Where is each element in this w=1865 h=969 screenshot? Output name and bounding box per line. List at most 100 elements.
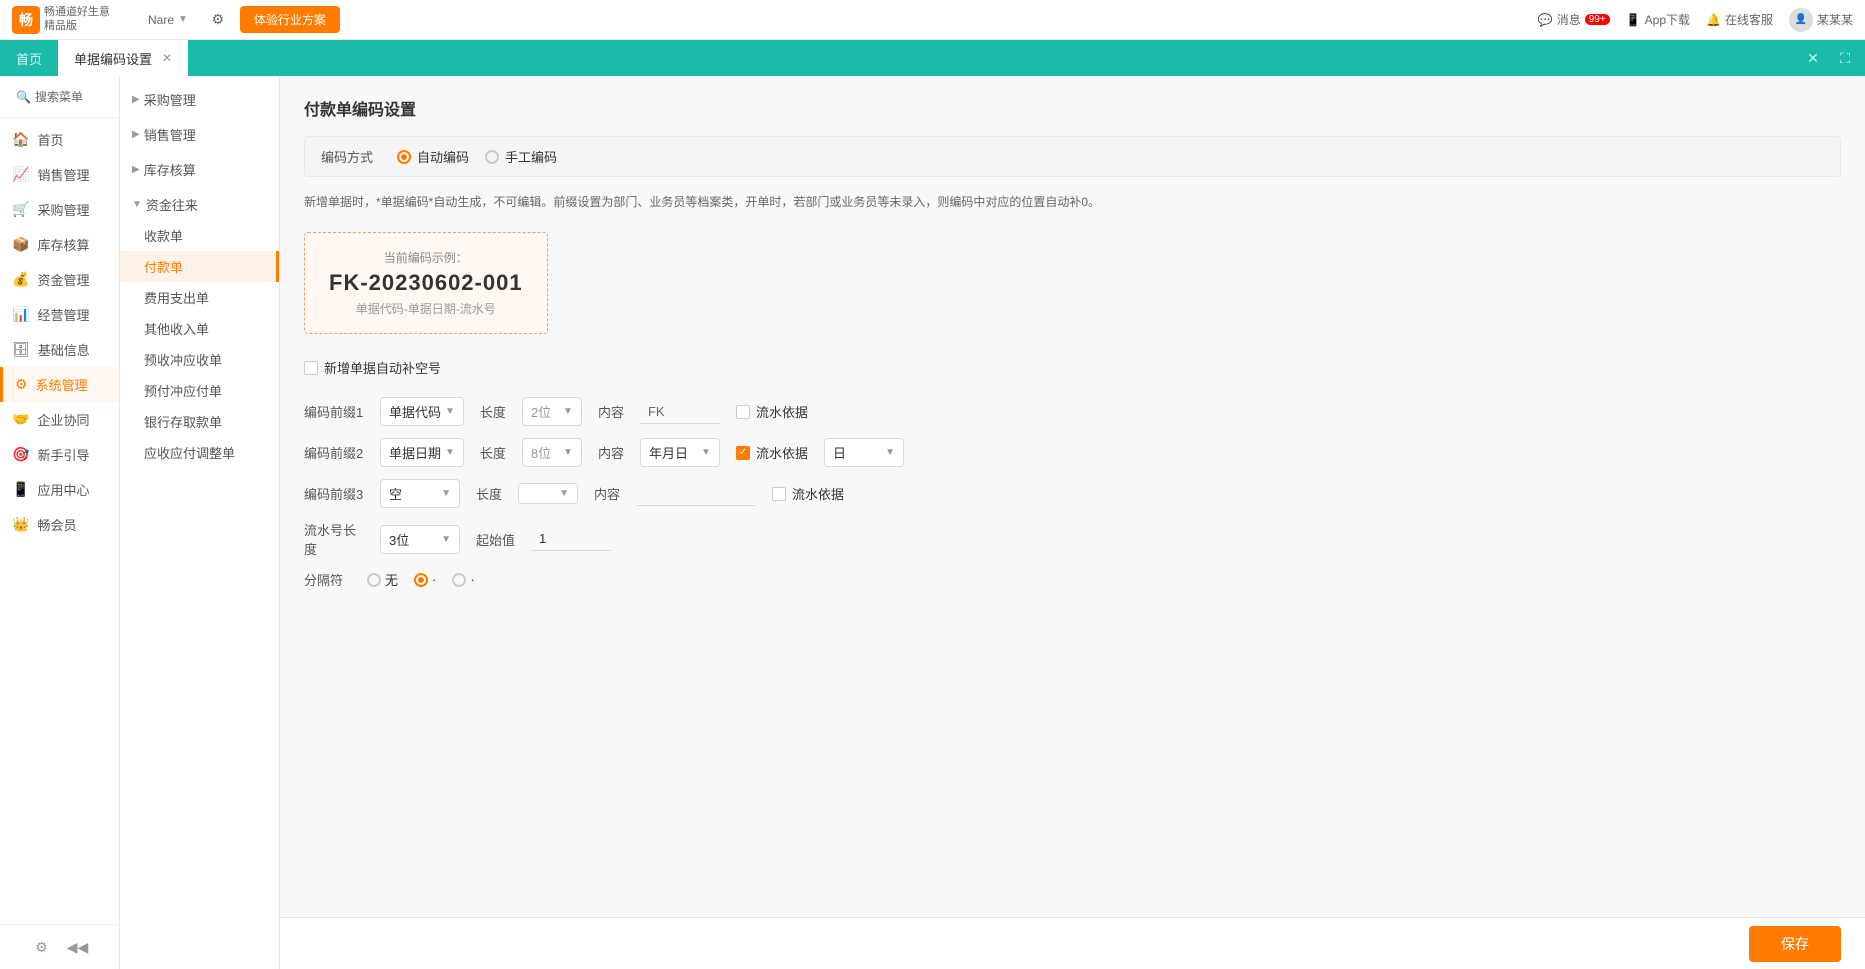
prefix2-value-select[interactable]: 单据日期 ▼ [380,438,464,467]
prefix3-content-input[interactable] [636,482,756,506]
sidebar-item-system[interactable]: ⚙ 系统管理 [0,367,119,402]
sidebar-item-operations[interactable]: 📊 经营管理 [0,297,119,332]
encoding-method-radio-group: 自动编码 手工编码 [397,147,557,166]
sub-group-purchase-header[interactable]: ▶ 采购管理 [120,84,279,115]
sidebar-search-button[interactable]: 🔍 搜索菜单 [8,84,111,109]
new-doc-auto-fill-checkbox[interactable]: 新增单据自动补空号 [304,358,1841,377]
footer-bar: 保存 [280,917,1865,969]
tab-minimize-button[interactable]: ✕ [1801,46,1825,70]
sub-group-finance-header[interactable]: ▼ 资金往来 [120,189,279,220]
app-download-button[interactable]: 📱 App下载 [1626,11,1690,28]
sidebar-item-base[interactable]: 🗄 基础信息 [0,332,119,367]
save-button[interactable]: 保存 [1749,926,1841,962]
service-icon: 🔔 [1706,13,1721,27]
tab-encoding-settings[interactable]: 单据编码设置 ✕ [58,40,188,76]
online-service-button[interactable]: 🔔 在线客服 [1706,11,1773,28]
top-header: 畅 畅通道好生意 精品版 Nare ▼ ⚙ 体验行业方案 💬 消息 99+ 📱 … [0,0,1865,40]
trial-button[interactable]: 体验行业方案 [240,6,340,33]
sidebar-item-sales[interactable]: 📈 销售管理 [0,157,119,192]
header-settings-button[interactable]: ⚙ [204,6,232,34]
sub-group-inventory: ▶ 库存核算 [120,154,279,185]
manual-encoding-radio[interactable]: 手工编码 [485,147,557,166]
search-icon: 🔍 [16,90,31,104]
logo-icon: 畅 [12,6,40,34]
prefix2-checkbox-box: ✓ [736,446,750,460]
sidebar-item-home[interactable]: 🏠 首页 [0,122,119,157]
messages-button[interactable]: 💬 消息 99+ [1538,11,1610,28]
newguide-icon: 🎯 [12,446,29,463]
sidebar-settings-button[interactable]: ⚙ [28,933,56,961]
tab-close-icon[interactable]: ✕ [162,51,172,65]
header-nav-right: 💬 消息 99+ 📱 App下载 🔔 在线客服 👤 某某某 [1538,8,1853,32]
separator-dash-label: · [470,572,474,587]
prefix1-row: 编码前缀1 单据代码 ▼ 长度 2位 ▼ 内容 流水依据 [304,397,1841,426]
preview-desc: 单据代码-单据日期-流水号 [329,300,523,317]
sub-item-bank[interactable]: 银行存取款单 [120,406,279,437]
prefix1-value-select[interactable]: 单据代码 ▼ [380,397,464,426]
prefix1-label: 编码前缀1 [304,402,364,421]
user-menu-button[interactable]: 👤 某某某 [1789,8,1853,32]
prefix3-checkbox-box [772,487,786,501]
prefix2-content-select[interactable]: 年月日 ▼ [640,438,720,467]
system-icon: ⚙ [15,376,28,393]
sidebar-collapse-button[interactable]: ◀◀ [64,933,92,961]
sub-group-sales-header[interactable]: ▶ 销售管理 [120,119,279,150]
company-name: Nare [148,13,174,27]
sub-group-inventory-header[interactable]: ▶ 库存核算 [120,154,279,185]
sub-item-adjustment[interactable]: 应收应付调整单 [120,437,279,468]
tab-home[interactable]: 首页 [0,40,58,76]
prefix3-content-label: 内容 [594,484,620,503]
auto-encoding-radio-dot [397,150,411,164]
chevron-down-icon: ▼ [178,14,188,25]
collapse-arrow-icon: ▶ [132,94,140,105]
operations-icon: 📊 [12,306,29,323]
prefix2-watermark-checkbox[interactable]: ✓ 流水依据 [736,443,808,462]
sidebar-item-appcenter[interactable]: 📱 应用中心 [0,472,119,507]
prefix1-length-select[interactable]: 2位 ▼ [522,397,582,426]
sub-item-receipt[interactable]: 收款单 [120,220,279,251]
sub-item-advance-payable[interactable]: 预付冲应付单 [120,375,279,406]
sub-item-expense[interactable]: 费用支出单 [120,282,279,313]
tab-maximize-button[interactable]: ⛶ [1833,46,1857,70]
collapse-arrow-icon: ▶ [132,129,140,140]
finance-icon: 💰 [12,271,29,288]
serial-length-select[interactable]: 3位 ▼ [380,525,460,554]
chevron-down-icon: ▼ [441,534,451,545]
chevron-down-icon: ▼ [559,488,569,499]
sales-icon: 📈 [12,166,29,183]
prefix3-length-select[interactable]: ▼ [518,483,578,504]
sidebar-item-purchase[interactable]: 🛒 采购管理 [0,192,119,227]
company-selector[interactable]: Nare ▼ [140,9,196,31]
sub-item-advance-receivable[interactable]: 预收冲应收单 [120,344,279,375]
sidebar-item-newguide[interactable]: 🎯 新手引导 [0,437,119,472]
separator-none[interactable]: 无 [367,570,398,589]
chevron-down-icon: ▼ [885,447,895,458]
serial-start-input[interactable] [531,527,611,551]
auto-encoding-radio[interactable]: 自动编码 [397,147,469,166]
sidebar-item-member[interactable]: 👑 畅会员 [0,507,119,542]
prefix3-watermark-checkbox[interactable]: 流水依据 [772,484,844,503]
separator-row: 分隔符 无 · · [304,570,1841,589]
sidebar-item-enterprise[interactable]: 🤝 企业协同 [0,402,119,437]
sidebar-nav: 🏠 首页 📈 销售管理 🛒 采购管理 📦 库存核算 💰 资金管理 📊 经 [0,118,119,924]
info-text: 新增单据时，*单据编码*自动生成，不可编辑。前缀设置为部门、业务员等档案类，开单… [304,193,1841,212]
sub-item-payment[interactable]: 付款单 [120,251,279,282]
separator-dash[interactable]: · [452,572,474,587]
separator-dot[interactable]: · [414,572,436,587]
sub-group-sales: ▶ 销售管理 [120,119,279,150]
header-nav-left: Nare ▼ ⚙ 体验行业方案 [140,6,1530,34]
prefix3-value-select[interactable]: 空 ▼ [380,479,460,508]
prefix1-watermark-checkbox[interactable]: 流水依据 [736,402,808,421]
sidebar-item-finance[interactable]: 💰 资金管理 [0,262,119,297]
page-title: 付款单编码设置 [304,96,1841,120]
sidebar-item-inventory[interactable]: 📦 库存核算 [0,227,119,262]
sub-item-other-income[interactable]: 其他收入单 [120,313,279,344]
prefix1-content-input[interactable] [640,400,720,424]
prefix2-length-select[interactable]: 8位 ▼ [522,438,582,467]
separator-dot-radio [414,573,428,587]
chevron-down-icon: ▼ [701,447,711,458]
prefix2-cycle-select[interactable]: 日 ▼ [824,438,904,467]
member-icon: 👑 [12,516,29,533]
chevron-down-icon: ▼ [441,488,451,499]
tab-bar-actions: ✕ ⛶ [1801,40,1865,76]
